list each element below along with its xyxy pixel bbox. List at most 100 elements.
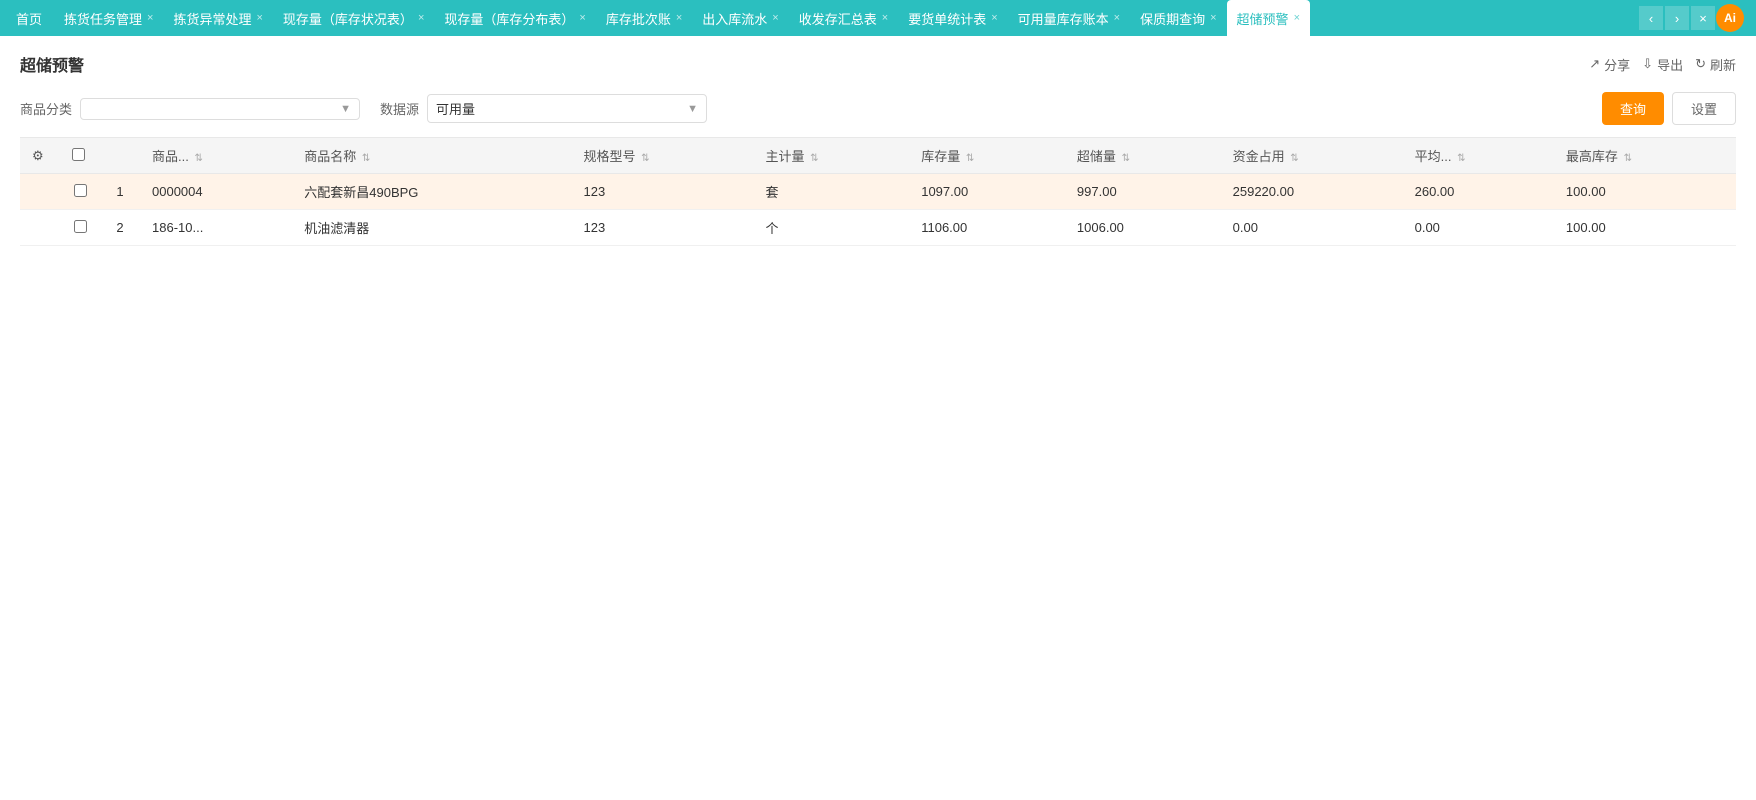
sort-icon-product-code: ⇅ xyxy=(194,153,202,164)
col-gear[interactable]: ⚙ xyxy=(20,138,60,174)
col-capital[interactable]: 资金占用 ⇅ xyxy=(1221,138,1403,174)
category-label: 商品分类 xyxy=(20,99,72,118)
tab-close-overstock-warning[interactable]: × xyxy=(1294,12,1300,24)
col-spec[interactable]: 规格型号 ⇅ xyxy=(572,138,754,174)
table-header: ⚙ 商品... ⇅ 商品名称 ⇅ 规格型号 ⇅ xyxy=(20,138,1736,174)
col-stock-label: 库存量 xyxy=(921,149,960,164)
set-button[interactable]: 设置 xyxy=(1672,92,1736,125)
tab-label: 现存量（库存分布表） xyxy=(444,9,574,28)
datasource-label: 数据源 xyxy=(380,99,419,118)
tab-close-avail-account[interactable]: × xyxy=(1114,12,1120,24)
tab-close-task-mgmt[interactable]: × xyxy=(147,12,153,24)
row-spec-0: 123 xyxy=(572,174,754,210)
filter-actions: 查询 设置 xyxy=(1602,92,1736,125)
refresh-icon: ↻ xyxy=(1695,56,1706,72)
col-product-code-label: 商品... xyxy=(152,149,189,164)
nav-tab-task-mgmt[interactable]: 拣货任务管理 × xyxy=(54,0,163,36)
row-capital-1: 0.00 xyxy=(1221,210,1403,246)
col-unit-label: 主计量 xyxy=(766,149,805,164)
row-overstock-0: 997.00 xyxy=(1065,174,1221,210)
tab-close-inventory-dist[interactable]: × xyxy=(579,12,585,24)
nav-tab-inventory-status[interactable]: 现存量（库存状况表）× xyxy=(273,0,434,36)
row-product-name-0: 六配套新昌490BPG xyxy=(292,174,571,210)
tab-label: 可用量库存账本 xyxy=(1018,9,1109,28)
tab-label: 出入库流水 xyxy=(702,9,767,28)
refresh-label: 刷新 xyxy=(1710,55,1736,74)
nav-tab-abnormal[interactable]: 拣货异常处理 × xyxy=(163,0,272,36)
category-select[interactable]: ▼ xyxy=(80,98,360,120)
nav-arrow-right[interactable]: › xyxy=(1665,6,1689,30)
datasource-value: 可用量 xyxy=(436,99,475,118)
tab-close-batch[interactable]: × xyxy=(676,12,682,24)
row-gear-1 xyxy=(20,210,60,246)
row-num-1: 2 xyxy=(100,210,140,246)
table-row: 1 0000004 六配套新昌490BPG 123 套 1097.00 997.… xyxy=(20,174,1736,210)
sort-icon-spec: ⇅ xyxy=(641,153,649,164)
table-row: 2 186-10... 机油滤清器 123 个 1106.00 1006.00 … xyxy=(20,210,1736,246)
select-all-checkbox[interactable] xyxy=(72,148,85,161)
tab-label: 库存批次账 xyxy=(606,9,671,28)
nav-arrow-left[interactable]: ‹ xyxy=(1639,6,1663,30)
sort-icon-avg: ⇅ xyxy=(1457,153,1465,164)
sort-icon-unit: ⇅ xyxy=(810,153,818,164)
nav-tab-collect-total[interactable]: 收发存汇总表× xyxy=(789,0,898,36)
tab-close-quality-check[interactable]: × xyxy=(1210,12,1216,24)
tab-label: 保质期查询 xyxy=(1140,9,1205,28)
nav-arrow-close[interactable]: × xyxy=(1691,6,1715,30)
nav-tab-avail-account[interactable]: 可用量库存账本 × xyxy=(1008,0,1130,36)
share-action[interactable]: ↗ 分享 xyxy=(1589,55,1630,74)
query-button[interactable]: 查询 xyxy=(1602,92,1664,125)
nav-tab-overstock-warning[interactable]: 超储预警× xyxy=(1227,0,1310,36)
col-avg[interactable]: 平均... ⇅ xyxy=(1403,138,1554,174)
col-max-stock-label: 最高库存 xyxy=(1566,149,1618,164)
row-max-stock-0: 100.00 xyxy=(1554,174,1736,210)
row-spec-1: 123 xyxy=(572,210,754,246)
tab-label: 拣货异常处理 xyxy=(173,9,251,28)
row-product-name-1: 机油滤清器 xyxy=(292,210,571,246)
sort-icon-stock: ⇅ xyxy=(966,153,974,164)
row-stock-1: 1106.00 xyxy=(909,210,1065,246)
sort-icon-max-stock: ⇅ xyxy=(1624,153,1632,164)
row-checkbox-cell-1[interactable] xyxy=(60,210,100,246)
top-navigation: 首页 拣货任务管理×拣货异常处理×现存量（库存状况表）×现存量（库存分布表）×库… xyxy=(0,0,1756,36)
page-header: 超储预警 ↗ 分享 ⇩ 导出 ↻ 刷新 xyxy=(20,52,1736,76)
share-label: 分享 xyxy=(1604,55,1630,74)
tab-close-collect-total[interactable]: × xyxy=(882,12,888,24)
nav-tab-inventory-dist[interactable]: 现存量（库存分布表） × xyxy=(434,0,595,36)
col-stock[interactable]: 库存量 ⇅ xyxy=(909,138,1065,174)
row-checkbox-cell-0[interactable] xyxy=(60,174,100,210)
nav-tab-batch[interactable]: 库存批次账 × xyxy=(596,0,692,36)
row-product-code-0: 0000004 xyxy=(140,174,292,210)
row-avg-1: 0.00 xyxy=(1403,210,1554,246)
tab-close-inout-flow[interactable]: × xyxy=(772,12,778,24)
category-arrow-icon: ▼ xyxy=(340,103,351,115)
table-body: 1 0000004 六配套新昌490BPG 123 套 1097.00 997.… xyxy=(20,174,1736,246)
datasource-select[interactable]: 可用量 ▼ xyxy=(427,94,707,123)
row-max-stock-1: 100.00 xyxy=(1554,210,1736,246)
col-overstock[interactable]: 超储量 ⇅ xyxy=(1065,138,1221,174)
col-avg-label: 平均... xyxy=(1415,149,1452,164)
nav-home[interactable]: 首页 xyxy=(4,0,54,36)
tab-close-inventory-status[interactable]: × xyxy=(418,12,424,24)
page-actions: ↗ 分享 ⇩ 导出 ↻ 刷新 xyxy=(1589,55,1736,74)
nav-tab-quality-check[interactable]: 保质期查询 × xyxy=(1130,0,1226,36)
tab-close-abnormal[interactable]: × xyxy=(256,12,262,24)
col-product-code[interactable]: 商品... ⇅ xyxy=(140,138,292,174)
col-product-name[interactable]: 商品名称 ⇅ xyxy=(292,138,571,174)
col-max-stock[interactable]: 最高库存 ⇅ xyxy=(1554,138,1736,174)
user-area: Ai xyxy=(1716,4,1752,32)
col-unit[interactable]: 主计量 ⇅ xyxy=(754,138,910,174)
nav-tab-inout-flow[interactable]: 出入库流水 × xyxy=(692,0,788,36)
avatar[interactable]: Ai xyxy=(1716,4,1744,32)
tab-close-order-stat[interactable]: × xyxy=(991,12,997,24)
col-checkbox[interactable] xyxy=(60,138,100,174)
refresh-action[interactable]: ↻ 刷新 xyxy=(1695,55,1736,74)
export-action[interactable]: ⇩ 导出 xyxy=(1642,55,1683,74)
tab-label: 拣货任务管理 xyxy=(64,9,142,28)
col-product-name-label: 商品名称 xyxy=(304,149,356,164)
row-checkbox-1[interactable] xyxy=(74,220,87,233)
category-filter: 商品分类 ▼ xyxy=(20,98,360,120)
nav-tab-order-stat[interactable]: 要货单统计表× xyxy=(898,0,1007,36)
row-checkbox-0[interactable] xyxy=(74,184,87,197)
col-capital-label: 资金占用 xyxy=(1233,149,1285,164)
